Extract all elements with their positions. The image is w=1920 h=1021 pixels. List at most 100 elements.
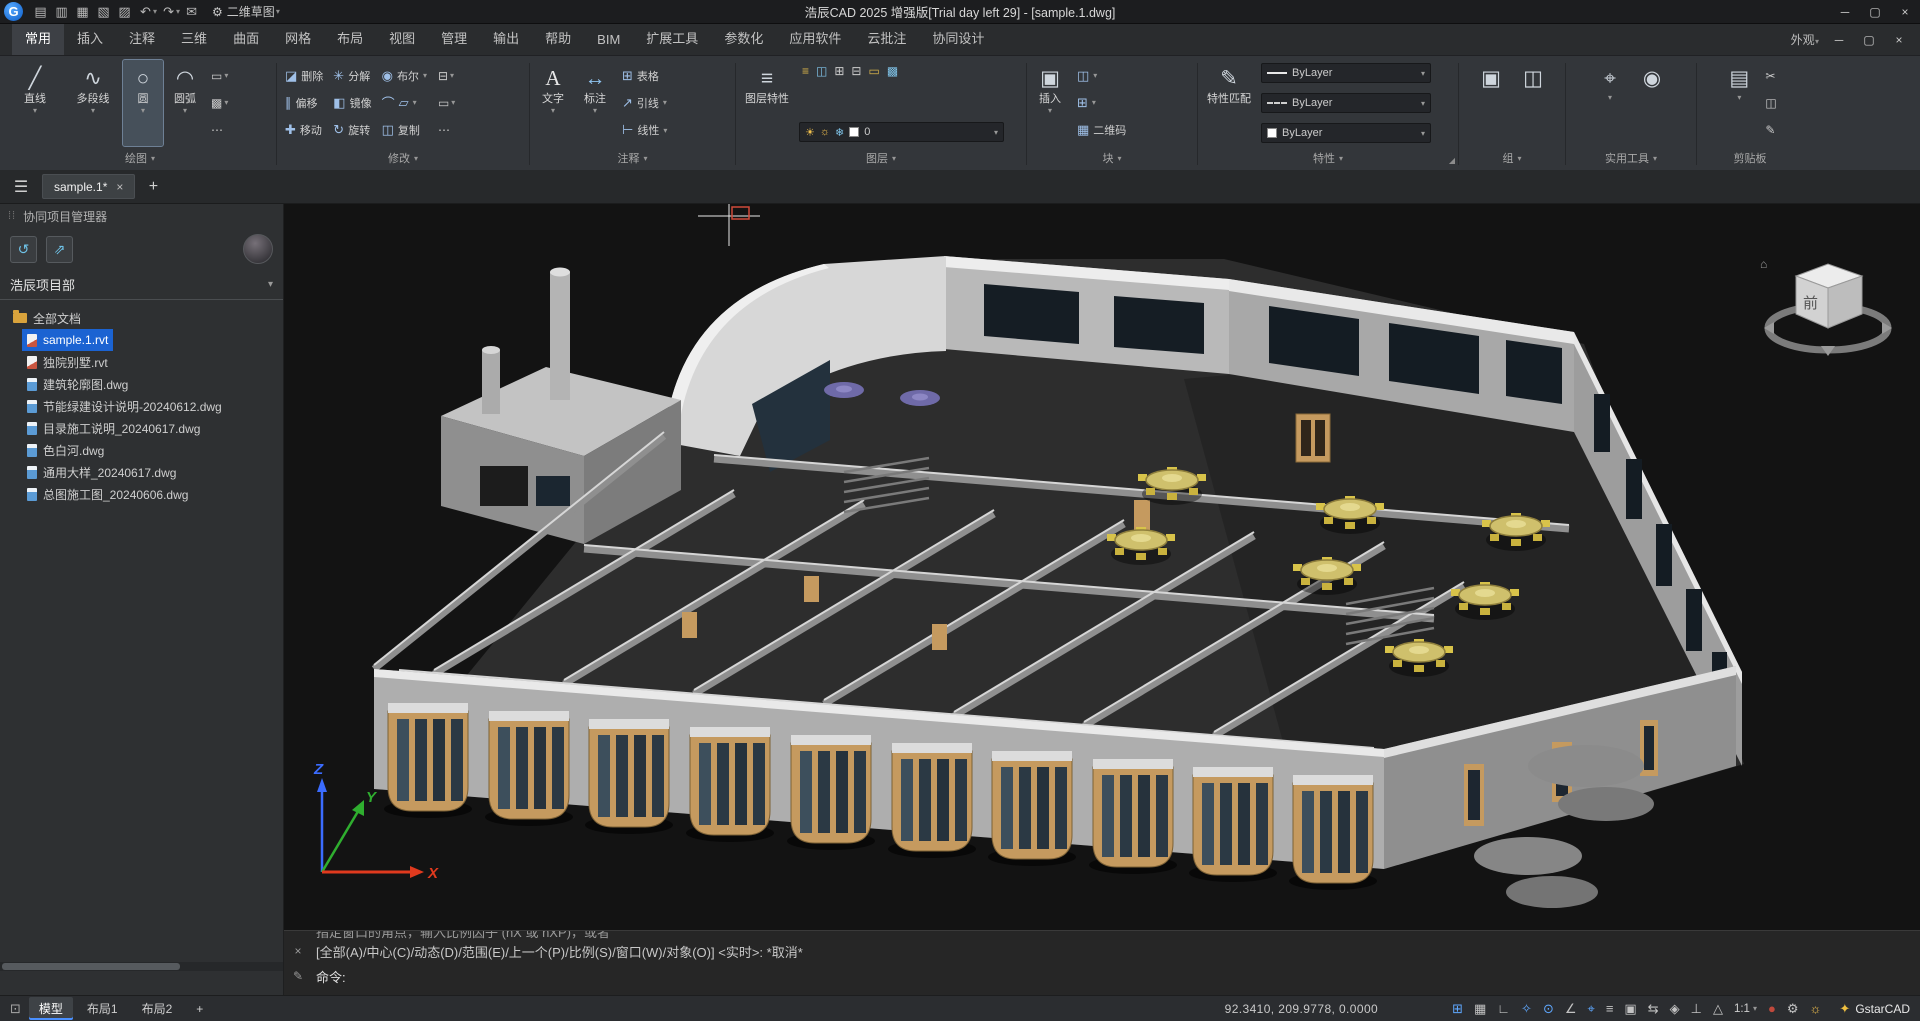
maximize-button[interactable]: ▢ xyxy=(1860,0,1890,23)
file-tab-close-icon[interactable]: × xyxy=(116,180,123,194)
layer-match-icon[interactable]: ▩ xyxy=(887,64,898,78)
tab-bim[interactable]: BIM xyxy=(584,25,633,55)
tab-parametric[interactable]: 参数化 xyxy=(711,21,776,55)
model-tab[interactable]: 模型 xyxy=(29,997,73,1020)
tree-item-detail[interactable]: 通用大样_20240617.dwg xyxy=(22,461,181,483)
brightness-icon[interactable]: ☼ xyxy=(1809,1001,1821,1016)
rectangle-button[interactable]: ▭▾ xyxy=(208,68,231,84)
text-button[interactable]: A 文字▾ xyxy=(533,60,573,146)
polyline-button[interactable]: ∿ 多段线▾ xyxy=(65,60,121,146)
block-attribute-button[interactable]: ⊞▾ xyxy=(1074,95,1129,111)
tree-item-energy-notes[interactable]: 节能绿建设计说明-20240612.dwg xyxy=(22,395,227,417)
minimize-button[interactable]: ─ xyxy=(1830,0,1860,23)
panel-label-properties[interactable]: 特性▾◢ xyxy=(1198,148,1458,168)
osnap-toggle[interactable]: ⊙ xyxy=(1543,1001,1554,1017)
explode-button[interactable]: ✳分解 xyxy=(330,62,374,89)
tab-insert[interactable]: 插入 xyxy=(64,21,116,55)
command-prompt[interactable]: 命令: xyxy=(316,967,346,986)
panel-label-layers[interactable]: 图层▾ xyxy=(736,148,1026,168)
arc-button[interactable]: ◠ 圆弧▾ xyxy=(165,60,205,146)
boolean-button[interactable]: ◉布尔▾ xyxy=(379,62,430,89)
panel-label-block[interactable]: 块▾ xyxy=(1027,148,1197,168)
panel-grip-icon[interactable]: ⁞⁞ xyxy=(8,210,16,222)
scale-dropdown[interactable]: 1:1▾ xyxy=(1734,1003,1757,1015)
layer-lock-icon[interactable]: ▭ xyxy=(868,64,879,78)
panel-label-draw[interactable]: 绘图▾ xyxy=(4,148,276,168)
user-avatar[interactable] xyxy=(243,234,273,264)
panel-label-annotate[interactable]: 注释▾ xyxy=(530,148,735,168)
copy-button[interactable]: ◫复制 xyxy=(379,117,430,144)
leader-button[interactable]: ↗引线▾ xyxy=(619,95,670,111)
doc-restore-button[interactable]: ▢ xyxy=(1858,30,1880,50)
tab-output[interactable]: 输出 xyxy=(480,21,532,55)
close-button[interactable]: × xyxy=(1890,0,1920,23)
trim-button[interactable]: ⊟▾ xyxy=(435,68,458,84)
dynamic-ucs-toggle[interactable]: ⊥ xyxy=(1691,1001,1702,1017)
tab-layout[interactable]: 布局 xyxy=(324,21,376,55)
tree-item-outline[interactable]: 建筑轮廓图.dwg xyxy=(22,373,133,395)
move-button[interactable]: ✚移动 xyxy=(282,117,326,144)
new-layout-button[interactable]: + xyxy=(186,999,213,1019)
new-file-tab-button[interactable]: + xyxy=(143,178,163,196)
scrollbar-thumb[interactable] xyxy=(2,963,180,970)
tab-express-tools[interactable]: 扩展工具 xyxy=(633,21,711,55)
isolate-objects-toggle[interactable]: ● xyxy=(1768,1001,1776,1016)
layer-properties-button[interactable]: ≡ 图层特性 xyxy=(739,60,795,146)
layer-off-icon[interactable]: ⊞ xyxy=(834,64,844,78)
match-properties-button[interactable]: ✎ 特性匹配 xyxy=(1201,60,1257,146)
mirror-button[interactable]: ◧镜像 xyxy=(330,89,374,116)
dynamic-input-toggle[interactable]: ⌖ xyxy=(1588,1001,1595,1017)
tree-item-construction-notes[interactable]: 目录施工说明_20240617.dwg xyxy=(22,417,205,439)
otrack-toggle[interactable]: ∠ xyxy=(1565,1001,1577,1017)
tab-annotate[interactable]: 注释 xyxy=(116,21,168,55)
comment-icon[interactable]: ✉ xyxy=(181,0,202,24)
command-close-icon[interactable]: × xyxy=(288,944,308,958)
model-space-icon[interactable]: ⊡ xyxy=(10,1001,21,1017)
ungroup-button[interactable]: ◫ xyxy=(1513,60,1553,146)
save-button[interactable]: ▦ xyxy=(72,0,93,24)
export-button[interactable]: ⇗ xyxy=(46,236,73,263)
tab-home[interactable]: 常用 xyxy=(12,21,64,55)
save-as-button[interactable]: ▧ xyxy=(93,0,114,24)
layout2-tab[interactable]: 布局2 xyxy=(132,997,183,1020)
tab-collaboration[interactable]: 协同设计 xyxy=(919,21,997,55)
command-line-panel[interactable]: 指定窗口的角点，输入比例因子 (nX 或 nXP)，或者 × [全部(A)/中心… xyxy=(284,930,1920,995)
panel-label-utilities[interactable]: 实用工具▾ xyxy=(1566,148,1696,168)
more-draw-button[interactable]: ⋯ xyxy=(208,122,231,138)
tab-manage[interactable]: 管理 xyxy=(428,21,480,55)
layer-isolate-icon[interactable]: ◫ xyxy=(816,64,827,78)
panel-label-group[interactable]: 组▾ xyxy=(1459,148,1565,168)
tree-item-sebaihe[interactable]: 色白河.dwg xyxy=(22,439,109,461)
stretch-button[interactable]: ▭▾ xyxy=(435,95,458,111)
tree-item-sample1[interactable]: sample.1.rvt xyxy=(22,329,113,351)
layer-freeze-icon[interactable]: ⊟ xyxy=(851,64,861,78)
tab-applications[interactable]: 应用软件 xyxy=(776,21,854,55)
quick-select-button[interactable]: ◉ xyxy=(1632,60,1672,146)
grid-toggle[interactable]: ⊞ xyxy=(1452,1001,1463,1017)
fillet-button[interactable]: ⌒▱▾ xyxy=(379,89,430,116)
cycling-toggle[interactable]: ⇆ xyxy=(1648,1001,1659,1017)
file-tab-menu-icon[interactable]: ☰ xyxy=(8,177,34,197)
tree-item-villa[interactable]: 独院别墅.rvt xyxy=(22,351,113,373)
tab-mesh[interactable]: 网格 xyxy=(272,21,324,55)
layer-dropdown[interactable]: ☀ ☼ ❄ 0 ▾ xyxy=(799,122,1004,142)
osnap3d-toggle[interactable]: ◈ xyxy=(1670,1001,1680,1017)
linear-dim-button[interactable]: ⊢线性▾ xyxy=(619,122,670,138)
more-modify-button[interactable]: ⋯ xyxy=(435,122,458,138)
tab-3d[interactable]: 三维 xyxy=(168,21,220,55)
tree-item-siteplan[interactable]: 总图施工图_20240606.dwg xyxy=(22,483,193,505)
ortho-toggle[interactable]: ∟ xyxy=(1497,1001,1510,1016)
tab-surface[interactable]: 曲面 xyxy=(220,21,272,55)
color-dropdown[interactable]: ByLayer ▾ xyxy=(1261,63,1431,83)
app-logo-icon[interactable]: G xyxy=(4,2,23,21)
file-tab-sample1[interactable]: sample.1* × xyxy=(42,174,135,199)
rotate-button[interactable]: ↻旋转 xyxy=(330,117,374,144)
line-button[interactable]: ╱ 直线▾ xyxy=(7,60,63,146)
appearance-dropdown[interactable]: 外观 ▾ xyxy=(1791,31,1820,48)
paste-button[interactable]: ▤ ▾ xyxy=(1719,60,1759,146)
new-file-button[interactable]: ▤ xyxy=(30,0,51,24)
snap-toggle[interactable]: ▦ xyxy=(1474,1001,1486,1017)
sync-button[interactable]: ↺ xyxy=(10,236,37,263)
open-file-button[interactable]: ▥ xyxy=(51,0,72,24)
annotation-scale-toggle[interactable]: △ xyxy=(1713,1001,1723,1017)
